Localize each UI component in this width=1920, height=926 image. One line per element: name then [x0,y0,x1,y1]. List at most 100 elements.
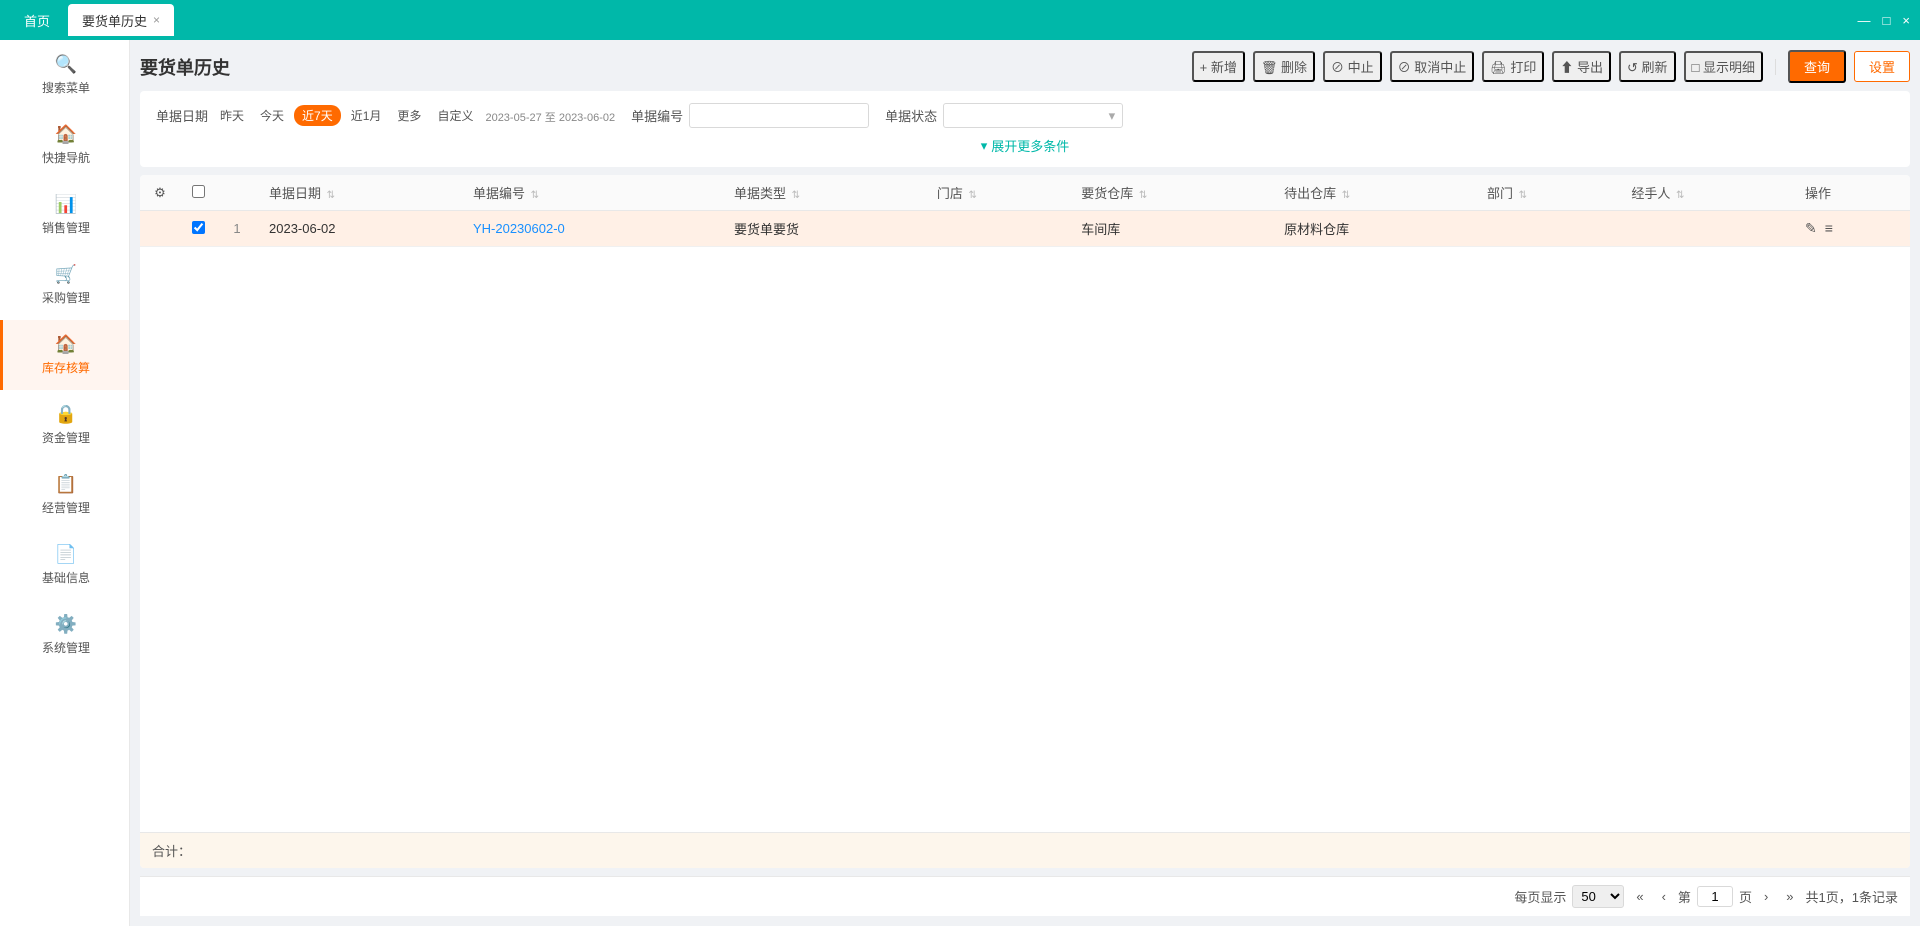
filter-row: 单据日期 昨天 今天 近7天 近1月 更多 自定义 2023-05-27 至 2… [156,103,1894,128]
td-docno-0: YH-20230602-0 [461,211,722,247]
window-maximize[interactable]: □ [1883,13,1891,28]
filter-docstatus: 单据状态 [885,103,1123,128]
delete-button[interactable]: 🗑 删除 [1253,51,1315,82]
toolbar: + 新增 🗑 删除 ⊘ 中止 ⊘ 取消中止 🖨 打印 ⬆ 导出 ↺ 刷新 □ 显… [1192,50,1910,83]
search-menu-icon: 🔍 [55,54,77,75]
settings-button[interactable]: 设置 [1854,51,1910,82]
filter-docno: 单据编号 [631,103,869,128]
sidebar: 🔍 搜索菜单 🏠 快捷导航 📊 销售管理 🛒 采购管理 🏠 库存核算 🔒 资金管… [0,40,130,926]
pagination-page-input[interactable] [1697,886,1733,907]
th-dept[interactable]: 部门 ⇅ [1475,175,1619,211]
finance-icon: 🔒 [55,404,77,425]
query-button[interactable]: 查询 [1788,50,1846,83]
date-btn-yesterday[interactable]: 昨天 [214,105,250,126]
window-minimize[interactable]: — [1858,13,1871,28]
date-btn-more[interactable]: 更多 [391,105,427,126]
content-area: 要货单历史 + 新增 🗑 删除 ⊘ 中止 ⊘ 取消中止 🖨 打印 ⬆ 导出 ↺ … [130,40,1920,926]
date-btn-1month[interactable]: 近1月 [345,105,388,126]
th-store[interactable]: 门店 ⇅ [925,175,1069,211]
display-detail-button[interactable]: □ 显示明细 [1684,51,1763,82]
filter-date: 单据日期 昨天 今天 近7天 近1月 更多 自定义 2023-05-27 至 2… [156,105,615,126]
data-table: ⚙ 单据日期 ⇅ 单据编号 ⇅ 单据类型 ⇅ 门店 ⇅ 要货仓库 ⇅ 待出仓库 … [140,175,1910,247]
td-doctype-0: 要货单要货 [722,211,925,247]
sidebar-item-basic-info[interactable]: 📄 基础信息 [0,530,129,600]
row-checkbox-0[interactable] [192,221,205,234]
sidebar-item-search-menu[interactable]: 🔍 搜索菜单 [0,40,129,110]
sidebar-item-system[interactable]: ⚙️ 系统管理 [0,600,129,670]
filter-docno-input[interactable] [689,103,869,128]
operations-icon: 📋 [55,474,77,495]
table-wrap: ⚙ 单据日期 ⇅ 单据编号 ⇅ 单据类型 ⇅ 门店 ⇅ 要货仓库 ⇅ 待出仓库 … [140,175,1910,868]
pagination-page-prefix: 第 [1678,887,1691,906]
date-btn-today[interactable]: 今天 [254,105,290,126]
th-doctype[interactable]: 单据类型 ⇅ [722,175,925,211]
th-date[interactable]: 单据日期 ⇅ [257,175,461,211]
select-all-checkbox[interactable] [192,185,205,198]
date-btn-custom[interactable]: 自定义 [431,105,479,126]
filter-docstatus-wrapper [943,103,1123,128]
pagination-last[interactable]: » [1780,887,1799,906]
sidebar-item-finance[interactable]: 🔒 资金管理 [0,390,129,460]
th-action: 操作 [1793,175,1910,211]
cancel-stop-button[interactable]: ⊘ 取消中止 [1390,51,1475,82]
th-num [217,175,257,211]
page-header: 要货单历史 + 新增 🗑 删除 ⊘ 中止 ⊘ 取消中止 🖨 打印 ⬆ 导出 ↺ … [140,50,1910,83]
expand-more[interactable]: ▾ 展开更多条件 [156,136,1894,155]
table-footer-summary: 合计： [140,832,1910,868]
sidebar-label-inventory: 库存核算 [42,359,90,376]
sidebar-label-sales: 销售管理 [42,219,90,236]
th-settings[interactable]: ⚙ [140,175,180,211]
top-bar: 首页 要货单历史 × — □ × [0,0,1920,40]
toolbar-separator [1775,59,1776,75]
docno-link-0[interactable]: YH-20230602-0 [473,221,565,236]
pagination-next[interactable]: › [1758,887,1774,906]
sidebar-label-finance: 资金管理 [42,429,90,446]
per-page-select[interactable]: 50 10 20 100 [1572,885,1624,908]
export-button[interactable]: ⬆ 导出 [1552,51,1611,82]
expand-more-label: 展开更多条件 [991,136,1069,155]
td-reqwarehouse-0: 车间库 [1069,211,1272,247]
tab-close-icon[interactable]: × [153,13,160,27]
quick-nav-icon: 🏠 [55,124,77,145]
inventory-icon: 🏠 [55,334,77,355]
sidebar-label-search-menu: 搜索菜单 [42,79,90,96]
sidebar-item-inventory[interactable]: 🏠 库存核算 [0,320,129,390]
new-button[interactable]: + 新增 [1192,51,1245,82]
table-row: 1 2023-06-02 YH-20230602-0 要货单要货 车间库 原材料… [140,211,1910,247]
sidebar-item-purchase[interactable]: 🛒 采购管理 [0,250,129,320]
td-checkbox[interactable] [180,211,217,247]
pagination-total: 共1页，1条记录 [1806,887,1898,906]
filter-date-btns: 昨天 今天 近7天 近1月 更多 自定义 [214,105,479,126]
table-body: 1 2023-06-02 YH-20230602-0 要货单要货 车间库 原材料… [140,211,1910,247]
sidebar-label-system: 系统管理 [42,639,90,656]
td-handler-0 [1619,211,1793,247]
sidebar-item-operations[interactable]: 📋 经营管理 [0,460,129,530]
pagination-first[interactable]: « [1630,887,1649,906]
th-handler[interactable]: 经手人 ⇅ [1619,175,1793,211]
summary-label: 合计： [152,844,191,859]
tab-home[interactable]: 首页 [10,4,64,36]
th-checkbox[interactable] [180,175,217,211]
action-edit-0[interactable]: ✎ [1805,220,1817,237]
date-btn-7days[interactable]: 近7天 [294,105,341,126]
filter-docno-label: 单据编号 [631,106,683,125]
tab-active[interactable]: 要货单历史 × [68,4,174,36]
th-docno[interactable]: 单据编号 ⇅ [461,175,722,211]
print-button[interactable]: 🖨 打印 [1482,51,1544,82]
filter-date-label: 单据日期 [156,106,208,125]
per-page-label: 每页显示 [1514,887,1566,906]
td-pendingwarehouse-0: 原材料仓库 [1272,211,1475,247]
filter-docstatus-select[interactable] [943,103,1123,128]
stop-button[interactable]: ⊘ 中止 [1323,51,1382,82]
td-dept-0 [1475,211,1619,247]
sidebar-item-quick-nav[interactable]: 🏠 快捷导航 [0,110,129,180]
sidebar-item-sales[interactable]: 📊 销售管理 [0,180,129,250]
filter-panel: 单据日期 昨天 今天 近7天 近1月 更多 自定义 2023-05-27 至 2… [140,91,1910,167]
th-reqwarehouse[interactable]: 要货仓库 ⇅ [1069,175,1272,211]
td-store-0 [925,211,1069,247]
action-more-0[interactable]: ≡ [1825,220,1833,237]
th-pendingwarehouse[interactable]: 待出仓库 ⇅ [1272,175,1475,211]
window-close[interactable]: × [1902,13,1910,28]
pagination-prev[interactable]: ‹ [1656,887,1672,906]
refresh-button[interactable]: ↺ 刷新 [1619,51,1676,82]
